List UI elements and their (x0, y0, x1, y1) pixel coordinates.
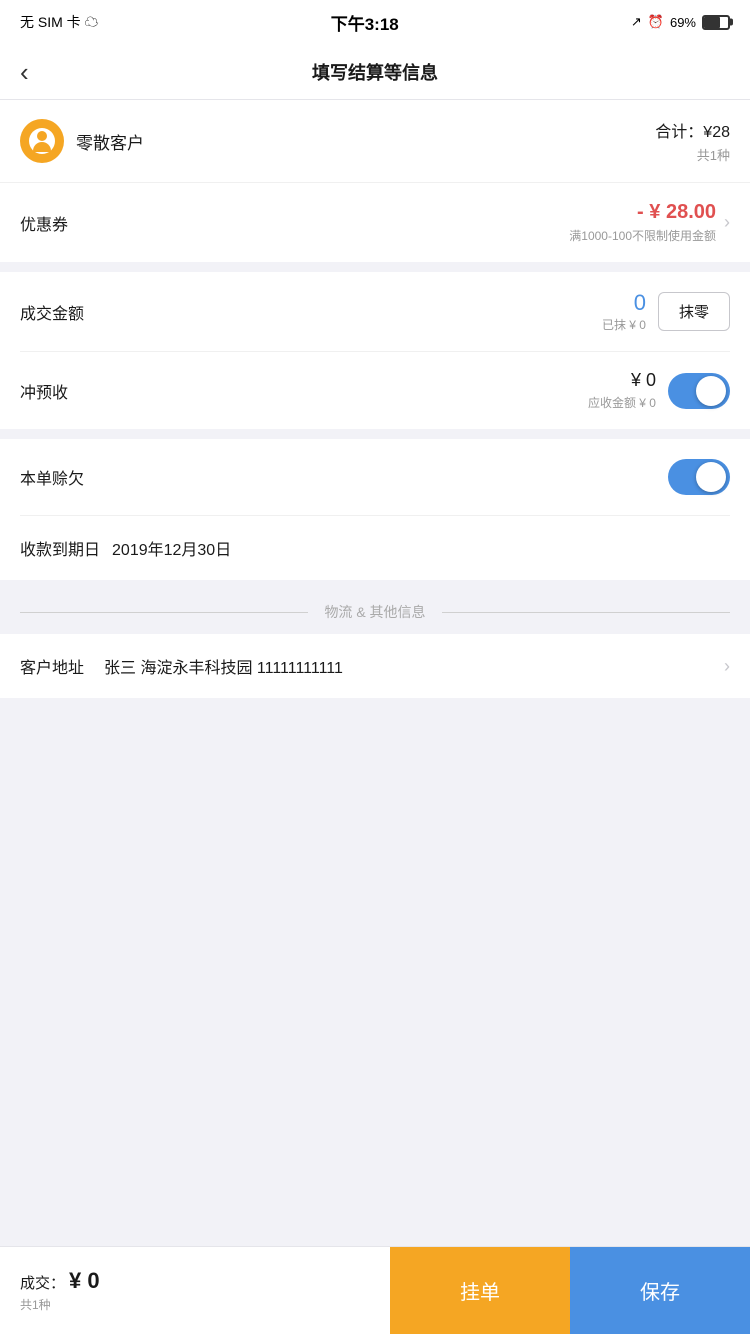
prepay-toggle[interactable] (668, 373, 730, 409)
alarm-icon: ⏰ (648, 14, 664, 30)
coupon-label: 优惠券 (20, 211, 68, 235)
content: 零散客户 合计：¥28 共1种 优惠券 - ¥ 28.00 满1000-100不… (0, 100, 750, 808)
battery-icon (702, 15, 730, 30)
prepay-amount: ¥ 0 (588, 370, 656, 391)
due-date-value: 2019年12月30日 (112, 536, 231, 560)
status-bar: 无 SIM 卡 ☁ 下午3:18 ↗ ⏰ 69% (0, 0, 750, 44)
debt-label: 本单赊欠 (20, 465, 84, 489)
deal-section: 成交金额 0 已抹 ¥ 0 抹零 冲预收 ¥ 0 应收金额 ¥ 0 (0, 272, 750, 429)
customer-name: 零散客户 (76, 129, 144, 154)
toggle-thumb (696, 376, 726, 406)
debt-section: 本单赊欠 收款到期日 2019年12月30日 (0, 439, 750, 580)
chevron-right-icon: › (724, 212, 730, 233)
total-amount: 合计：¥28 (655, 118, 730, 142)
divider-right (442, 612, 730, 613)
round-zero-button[interactable]: 抹零 (658, 292, 730, 331)
customer-left: 零散客户 (20, 119, 144, 163)
bottom-left: 成交： ¥ 0 共1种 (0, 1268, 390, 1313)
deal-amount-right: 0 已抹 ¥ 0 抹零 (602, 290, 730, 333)
logistics-header: 物流 & 其他信息 (0, 590, 750, 634)
customer-row: 零散客户 合计：¥28 共1种 (0, 100, 750, 182)
customer-summary: 合计：¥28 共1种 (655, 118, 730, 164)
customer-card: 零散客户 合计：¥28 共1种 优惠券 - ¥ 28.00 满1000-100不… (0, 100, 750, 262)
due-date-label: 收款到期日 (20, 536, 100, 560)
prepay-right: ¥ 0 应收金额 ¥ 0 (588, 370, 730, 411)
deal-amount-value: 0 (634, 290, 646, 315)
avatar-icon (29, 128, 55, 154)
location-icon: ↗ (631, 14, 642, 30)
save-button[interactable]: 保存 (570, 1247, 750, 1334)
avatar (20, 119, 64, 163)
address-value: 张三 海淀永丰科技园 11111111111 (104, 654, 704, 678)
bottom-bar: 成交： ¥ 0 共1种 挂单 保存 (0, 1246, 750, 1334)
address-label: 客户地址 (20, 654, 84, 678)
hang-button[interactable]: 挂单 (390, 1247, 570, 1334)
coupon-right: - ¥ 28.00 满1000-100不限制使用金额 › (569, 201, 730, 244)
prepay-amount-col: ¥ 0 应收金额 ¥ 0 (588, 370, 656, 411)
nav-bar: ‹ 填写结算等信息 (0, 44, 750, 100)
back-button[interactable]: ‹ (20, 59, 29, 85)
debt-toggle[interactable] (668, 459, 730, 495)
bottom-deal-label: 成交： (20, 1272, 65, 1293)
logistics-title: 物流 & 其他信息 (324, 602, 425, 622)
battery-label: 69% (670, 15, 696, 30)
prepay-sub: 应收金额 ¥ 0 (588, 394, 656, 411)
address-chevron-icon: › (724, 656, 730, 677)
status-left: 无 SIM 卡 ☁ (20, 12, 99, 32)
deal-amount-sub: 已抹 ¥ 0 (602, 316, 646, 333)
bottom-count: 共1种 (20, 1296, 370, 1313)
status-right: ↗ ⏰ 69% (631, 14, 730, 30)
no-sim-label: 无 SIM 卡 ☁ (20, 12, 99, 32)
bottom-deal-row: 成交： ¥ 0 (20, 1268, 370, 1294)
deal-amount-info: 0 已抹 ¥ 0 (602, 290, 646, 333)
coupon-amount: - ¥ 28.00 (569, 201, 716, 224)
status-time: 下午3:18 (331, 10, 399, 35)
prepay-row: 冲预收 ¥ 0 应收金额 ¥ 0 (20, 352, 730, 429)
address-row[interactable]: 客户地址 张三 海淀永丰科技园 11111111111 › (20, 634, 730, 698)
coupon-description: 满1000-100不限制使用金额 (569, 227, 716, 244)
deal-amount-row: 成交金额 0 已抹 ¥ 0 抹零 (20, 272, 730, 352)
divider-left (20, 612, 308, 613)
coupon-row[interactable]: 优惠券 - ¥ 28.00 满1000-100不限制使用金额 › (0, 182, 750, 262)
address-section: 客户地址 张三 海淀永丰科技园 11111111111 › (0, 634, 750, 698)
due-date-row: 收款到期日 2019年12月30日 (20, 515, 730, 580)
page-title: 填写结算等信息 (312, 59, 438, 85)
debt-toggle-thumb (696, 462, 726, 492)
prepay-label: 冲预收 (20, 379, 68, 403)
coupon-info: - ¥ 28.00 满1000-100不限制使用金额 (569, 201, 716, 244)
total-count: 共1种 (655, 145, 730, 164)
bottom-deal-amount: ¥ 0 (69, 1268, 100, 1294)
debt-row: 本单赊欠 (20, 439, 730, 515)
deal-amount-label: 成交金额 (20, 300, 84, 324)
